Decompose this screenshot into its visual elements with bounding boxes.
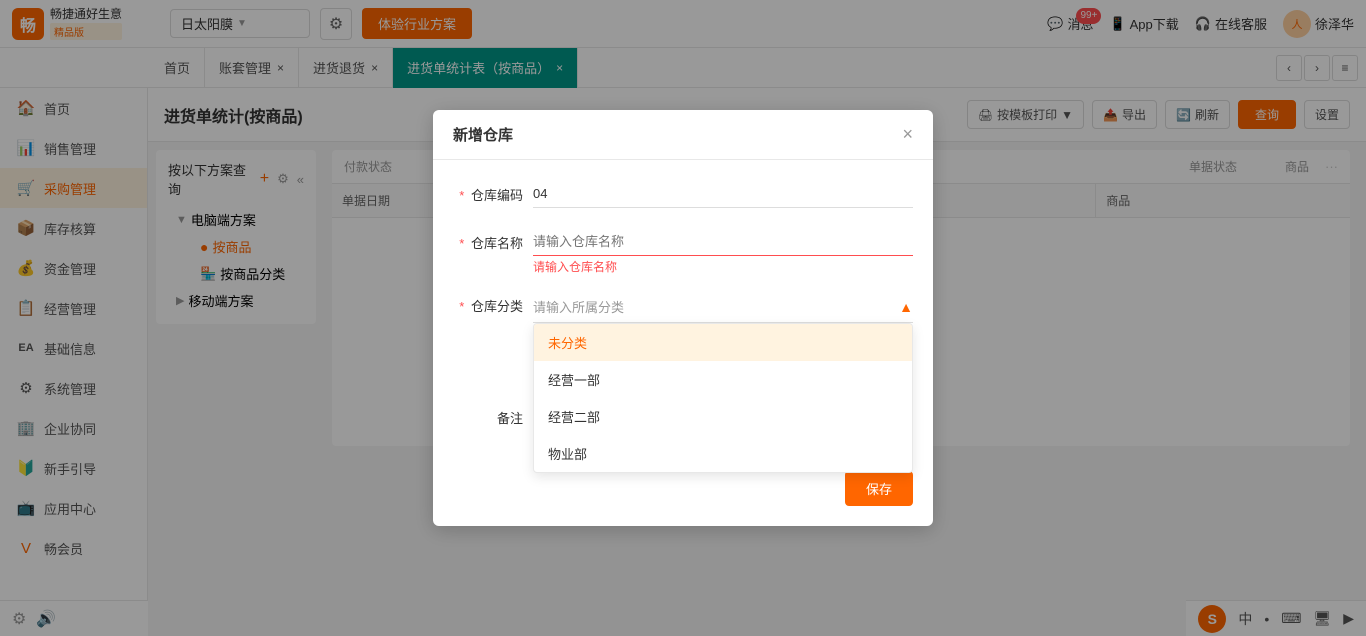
code-label: * 仓库编码 [453, 180, 533, 212]
dialog-header: 新增仓库 × [433, 110, 933, 160]
dropdown-item-property[interactable]: 物业部 [534, 435, 912, 472]
dropdown-item-dept1[interactable]: 经营一部 [534, 361, 912, 398]
dropdown-item-unclassified[interactable]: 未分类 [534, 324, 912, 361]
add-warehouse-dialog: 新增仓库 × * 仓库编码 * 仓库名称 [433, 110, 933, 526]
save-button[interactable]: 保存 [845, 471, 913, 506]
name-label: * 仓库名称 [453, 228, 533, 260]
modal-overlay: 新增仓库 × * 仓库编码 * 仓库名称 [0, 0, 1366, 636]
category-select[interactable]: 请输入所属分类 ▲ [533, 291, 913, 323]
category-dropdown-list: 未分类 经营一部 经营二部 物业部 [533, 323, 913, 473]
dialog-title: 新增仓库 [453, 124, 513, 145]
form-row-code: * 仓库编码 [453, 180, 913, 212]
dropdown-item-dept2[interactable]: 经营二部 [534, 398, 912, 435]
category-select-text: 请输入所属分类 [533, 297, 899, 316]
category-label: * 仓库分类 [453, 291, 533, 323]
dialog-body: * 仓库编码 * 仓库名称 请输入仓库名称 [433, 160, 933, 461]
name-input[interactable] [533, 228, 913, 256]
form-row-name: * 仓库名称 请输入仓库名称 [453, 228, 913, 275]
remark-label: 备注 [453, 403, 533, 435]
category-dropdown-arrow: ▲ [899, 299, 913, 315]
name-error-msg: 请输入仓库名称 [533, 258, 913, 275]
code-input[interactable] [533, 180, 913, 208]
form-row-category: * 仓库分类 请输入所属分类 ▲ 未分类 经营一部 经营二部 物业部 [453, 291, 913, 323]
dialog-close-button[interactable]: × [902, 124, 913, 145]
